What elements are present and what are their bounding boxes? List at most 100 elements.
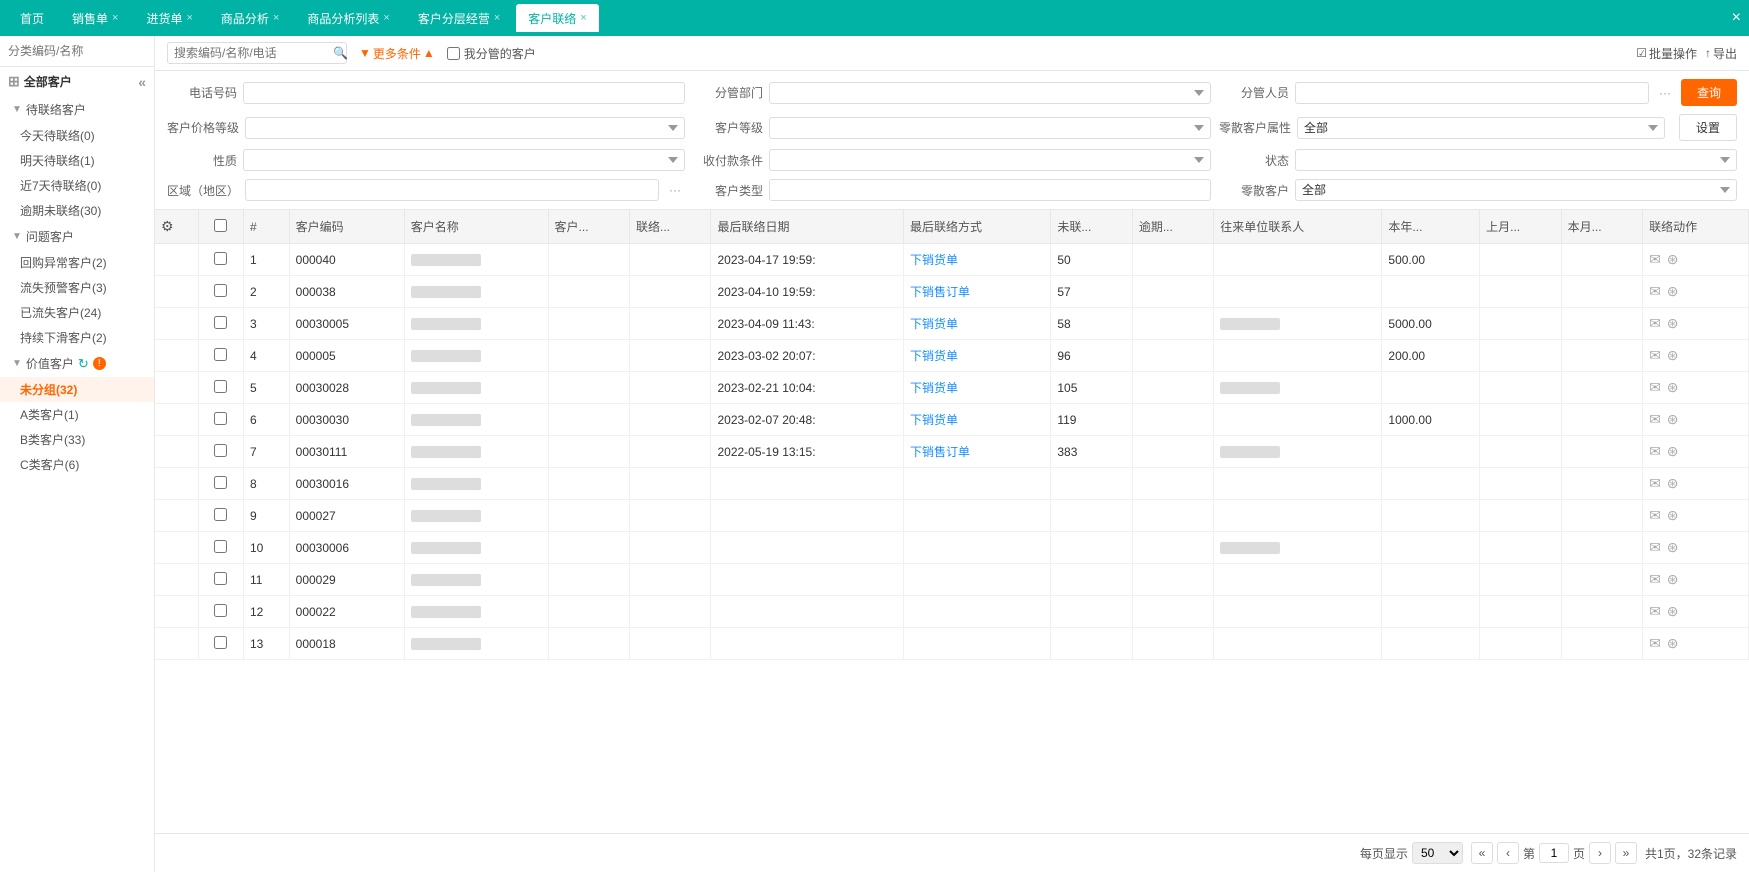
close-goods-analysis-icon[interactable]: × (273, 12, 279, 24)
person-dots-button[interactable]: ··· (1655, 86, 1675, 100)
chat-action-icon[interactable]: ✉ (1649, 283, 1661, 300)
row-last-contact-way[interactable] (904, 564, 1051, 596)
chat-action-icon[interactable]: ✉ (1649, 251, 1661, 268)
grid-action-icon[interactable]: ⊛ (1667, 411, 1679, 428)
type-col-header[interactable]: 客户... (548, 210, 629, 244)
chat-action-icon[interactable]: ✉ (1649, 507, 1661, 524)
grid-action-icon[interactable]: ⊛ (1667, 635, 1679, 652)
grid-action-icon[interactable]: ⊛ (1667, 315, 1679, 332)
customertype-input[interactable] (769, 179, 1211, 201)
chat-action-icon[interactable]: ✉ (1649, 443, 1661, 460)
this-year-col-header[interactable]: 本年... (1382, 210, 1480, 244)
settings-col-header[interactable]: ⚙ (155, 210, 198, 244)
query-button[interactable]: 查询 (1681, 79, 1737, 106)
row-last-contact-way[interactable]: 下销货单 (904, 308, 1051, 340)
close-purchase-icon[interactable]: × (186, 12, 192, 24)
row-checkbox[interactable] (214, 540, 227, 553)
chat-action-icon[interactable]: ✉ (1649, 411, 1661, 428)
chat-action-icon[interactable]: ✉ (1649, 475, 1661, 492)
row-checkbox[interactable] (214, 572, 227, 585)
phone-input[interactable] (243, 82, 685, 104)
first-page-button[interactable]: « (1471, 842, 1493, 864)
row-checkbox-cell[interactable] (198, 596, 243, 628)
row-last-contact-way[interactable] (904, 628, 1051, 660)
row-checkbox[interactable] (214, 348, 227, 361)
retailattr-select[interactable]: 全部 (1297, 117, 1665, 139)
sidebar-item-tomorrow[interactable]: 明天待联络(1) (0, 148, 154, 173)
row-checkbox[interactable] (214, 444, 227, 457)
more-conditions-button[interactable]: ▼ 更多条件 ▲ (359, 45, 435, 62)
chat-action-icon[interactable]: ✉ (1649, 315, 1661, 332)
tab-sales[interactable]: 销售单 × (60, 4, 130, 32)
sidebar-group-pending[interactable]: ▼ 待联络客户 (0, 96, 154, 123)
my-customers-checkbox[interactable] (447, 47, 460, 60)
uncontacted-col-header[interactable]: 未联... (1051, 210, 1132, 244)
row-checkbox-cell[interactable] (198, 532, 243, 564)
last-page-button[interactable]: » (1615, 842, 1637, 864)
row-checkbox-cell[interactable] (198, 244, 243, 276)
sidebar-group-value[interactable]: ▼ 价值客户 ↻ ! (0, 350, 154, 377)
tab-customer-segment[interactable]: 客户分层经营 × (406, 4, 512, 32)
region-dots-button[interactable]: ··· (665, 183, 685, 197)
payment-select[interactable] (769, 149, 1211, 171)
sidebar-item-ungroup[interactable]: 未分组(32) (0, 377, 154, 402)
sidebar-item-classC[interactable]: C类客户(6) (0, 452, 154, 477)
row-checkbox[interactable] (214, 412, 227, 425)
sidebar-item-abnormal[interactable]: 回购异常客户(2) (0, 250, 154, 275)
close-customer-contact-icon[interactable]: × (580, 12, 586, 24)
sidebar-item-overdue[interactable]: 逾期未联络(30) (0, 198, 154, 223)
row-last-contact-way[interactable]: 下销货单 (904, 404, 1051, 436)
customerlevel-select[interactable] (769, 117, 1211, 139)
grid-action-icon[interactable]: ⊛ (1667, 379, 1679, 396)
contact-way-link[interactable]: 下销售订单 (910, 445, 970, 459)
chat-action-icon[interactable]: ✉ (1649, 539, 1661, 556)
dept-select[interactable] (769, 82, 1211, 104)
grid-action-icon[interactable]: ⊛ (1667, 443, 1679, 460)
row-last-contact-way[interactable] (904, 500, 1051, 532)
contact-person-col-header[interactable]: 往来单位联系人 (1214, 210, 1382, 244)
person-input[interactable] (1295, 82, 1649, 104)
chat-action-icon[interactable]: ✉ (1649, 603, 1661, 620)
chat-action-icon[interactable]: ✉ (1649, 379, 1661, 396)
grid-action-icon[interactable]: ⊛ (1667, 283, 1679, 300)
contact-way-link[interactable]: 下销货单 (910, 253, 958, 267)
row-checkbox-cell[interactable] (198, 404, 243, 436)
sidebar-search-input[interactable] (8, 44, 155, 58)
grid-action-icon[interactable]: ⊛ (1667, 475, 1679, 492)
chat-action-icon[interactable]: ✉ (1649, 635, 1661, 652)
sidebar-item-week[interactable]: 近7天待联络(0) (0, 173, 154, 198)
row-last-contact-way[interactable]: 下销售订单 (904, 436, 1051, 468)
row-last-contact-way[interactable] (904, 596, 1051, 628)
row-last-contact-way[interactable]: 下销售订单 (904, 276, 1051, 308)
prev-page-button[interactable]: ‹ (1497, 842, 1519, 864)
retailcustomer-select[interactable]: 全部 (1295, 179, 1737, 201)
this-month-col-header[interactable]: 本月... (1561, 210, 1642, 244)
row-checkbox[interactable] (214, 316, 227, 329)
sidebar-item-today[interactable]: 今天待联络(0) (0, 123, 154, 148)
search-icon[interactable]: 🔍 (333, 46, 348, 60)
row-checkbox-cell[interactable] (198, 308, 243, 340)
contact-way-link[interactable]: 下销货单 (910, 381, 958, 395)
chat-action-icon[interactable]: ✉ (1649, 571, 1661, 588)
row-checkbox-cell[interactable] (198, 372, 243, 404)
row-checkbox[interactable] (214, 476, 227, 489)
tab-purchase[interactable]: 进货单 × (134, 4, 204, 32)
tab-customer-contact[interactable]: 客户联络 × (516, 4, 598, 32)
sidebar-item-lost[interactable]: 已流失客户(24) (0, 300, 154, 325)
sidebar-item-churn-risk[interactable]: 流失预警客户(3) (0, 275, 154, 300)
row-last-contact-way[interactable] (904, 532, 1051, 564)
name-col-header[interactable]: 客户名称 (404, 210, 548, 244)
refresh-icon[interactable]: ↻ (78, 356, 89, 372)
last-contact-date-col-header[interactable]: 最后联络日期 (711, 210, 904, 244)
row-checkbox-cell[interactable] (198, 564, 243, 596)
page-size-select[interactable]: 20 50 100 (1412, 842, 1463, 864)
row-checkbox-cell[interactable] (198, 628, 243, 660)
close-sales-icon[interactable]: × (112, 12, 118, 24)
page-number-input[interactable] (1539, 843, 1569, 863)
overdue-col-header[interactable]: 逾期... (1132, 210, 1213, 244)
row-checkbox[interactable] (214, 604, 227, 617)
contact-way-link[interactable]: 下销售订单 (910, 285, 970, 299)
sidebar-collapse-button[interactable]: « (138, 74, 146, 90)
search-input[interactable] (174, 46, 329, 60)
row-checkbox-cell[interactable] (198, 276, 243, 308)
